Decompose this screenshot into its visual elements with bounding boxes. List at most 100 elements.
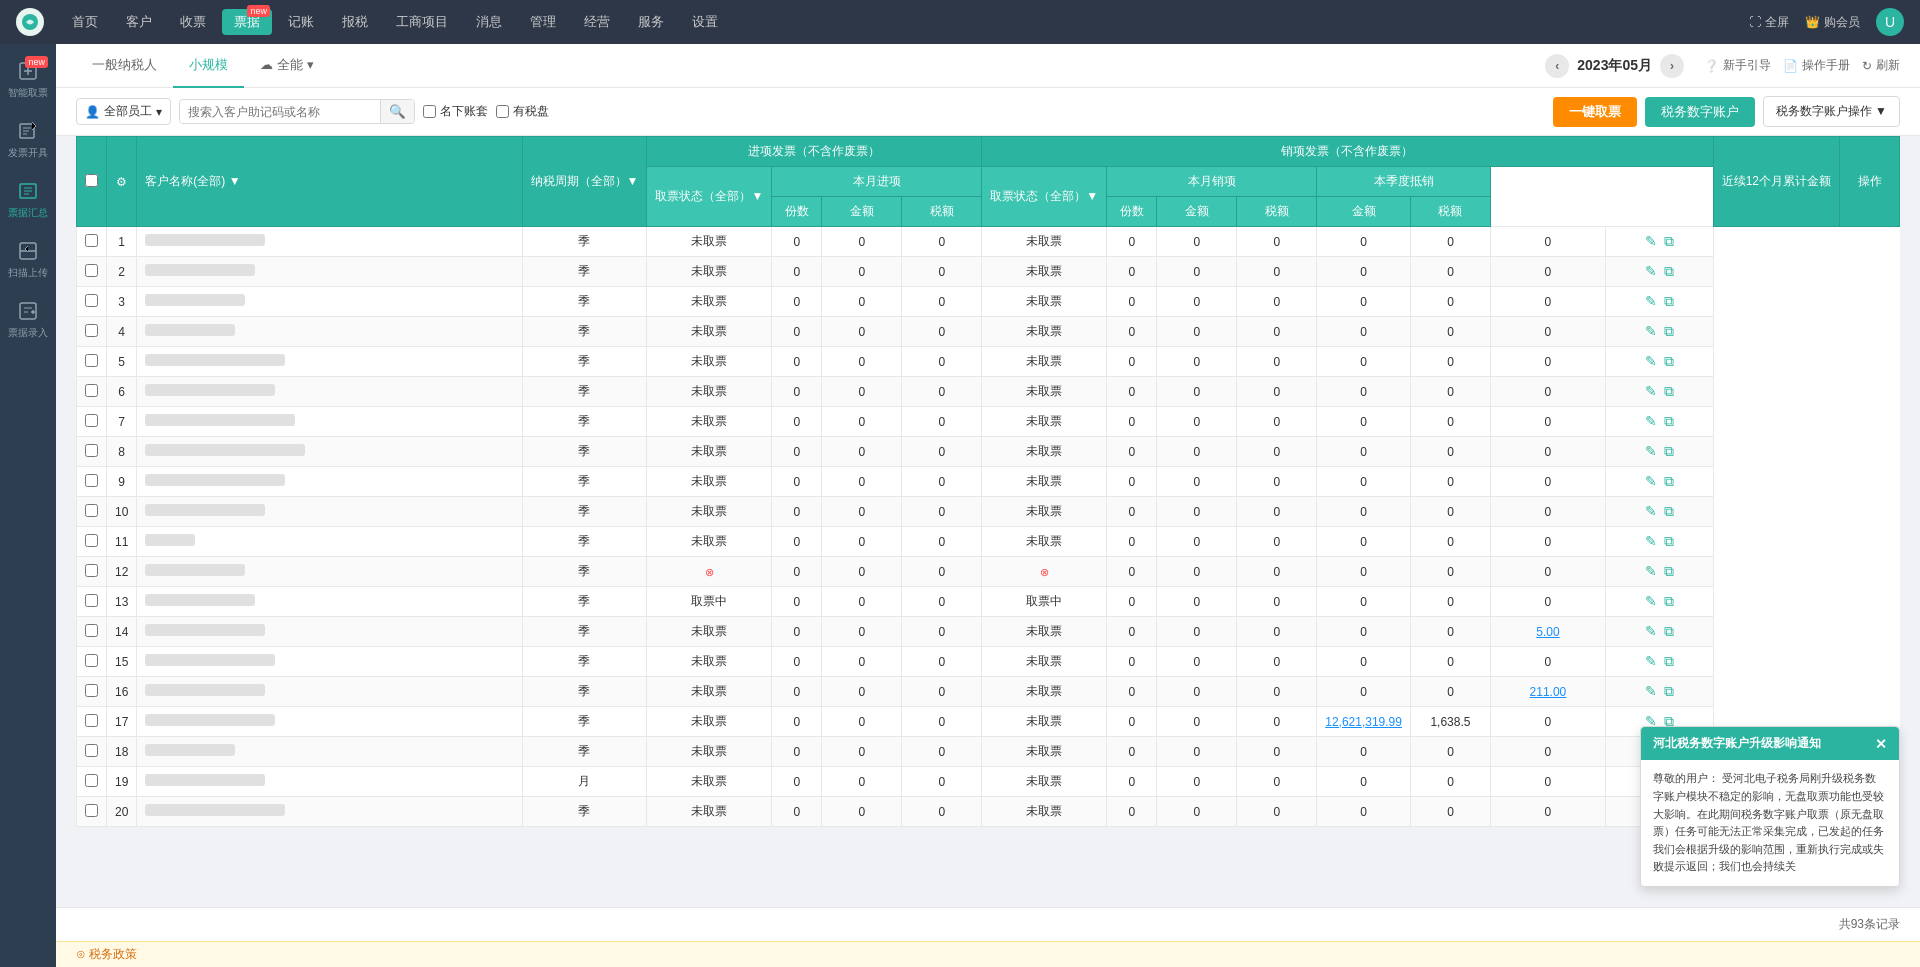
row-checkbox[interactable] [85,444,98,457]
select-all-checkbox[interactable] [85,174,98,187]
nav-business[interactable]: 工商项目 [384,9,460,35]
edit-btn[interactable]: ✎ [1645,623,1657,639]
row-checkbox[interactable] [85,804,98,817]
row-checkbox[interactable] [85,774,98,787]
tax-policy-link[interactable]: ⊙ 税务政策 [76,946,137,963]
copy-btn[interactable]: ⧉ [1664,383,1674,399]
sidebar-item-ticket-entry[interactable]: 票据录入 [4,292,52,348]
edit-btn[interactable]: ✎ [1645,443,1657,459]
sidebar-item-invoice-open[interactable]: 发票开具 [4,112,52,168]
edit-btn[interactable]: ✎ [1645,383,1657,399]
edit-btn[interactable]: ✎ [1645,533,1657,549]
checkbox-sub-accounts-input[interactable] [423,105,436,118]
row-checkbox[interactable] [85,594,98,607]
row-checkbox[interactable] [85,504,98,517]
edit-btn[interactable]: ✎ [1645,293,1657,309]
nav-operation[interactable]: 经营 [572,9,622,35]
copy-btn[interactable]: ⧉ [1664,593,1674,609]
edit-btn[interactable]: ✎ [1645,683,1657,699]
digital-account-btn[interactable]: 税务数字账户 [1645,97,1755,127]
tab-all-capable[interactable]: ☁ 全能 ▾ [244,44,330,88]
copy-btn[interactable]: ⧉ [1664,353,1674,369]
sidebar-item-scan-upload[interactable]: 扫描上传 [4,232,52,288]
tab-small-scale[interactable]: 小规模 [173,44,244,88]
copy-btn[interactable]: ⧉ [1664,293,1674,309]
nav-bookkeeping[interactable]: 记账 [276,9,326,35]
copy-btn[interactable]: ⧉ [1664,473,1674,489]
manual-btn[interactable]: 📄 操作手册 [1783,57,1850,74]
search-input[interactable] [180,101,380,123]
copy-btn[interactable]: ⧉ [1664,443,1674,459]
nav-ticket[interactable]: 票据 new [222,9,272,35]
row-checkbox[interactable] [85,534,98,547]
copy-btn[interactable]: ⧉ [1664,623,1674,639]
user-avatar[interactable]: U [1876,8,1904,36]
sidebar-item-ticket-summary[interactable]: 票据汇总 [4,172,52,228]
edit-btn[interactable]: ✎ [1645,413,1657,429]
copy-btn[interactable]: ⧉ [1664,683,1674,699]
refresh-btn[interactable]: ↻ 刷新 [1862,57,1900,74]
copy-btn[interactable]: ⧉ [1664,323,1674,339]
col-output-status-header[interactable]: 取票状态（全部）▼ [982,167,1107,227]
deduct-amount-value[interactable]: 12,621,319.99 [1325,715,1402,729]
member-btn[interactable]: 👑 购会员 [1805,14,1860,31]
copy-btn[interactable]: ⧉ [1664,563,1674,579]
nav-client[interactable]: 客户 [114,9,164,35]
row-checkbox[interactable] [85,744,98,757]
row-checkbox[interactable] [85,354,98,367]
row-checkbox[interactable] [85,474,98,487]
row-checkbox[interactable] [85,714,98,727]
edit-btn[interactable]: ✎ [1645,653,1657,669]
guide-btn[interactable]: ❔ 新手引导 [1704,57,1771,74]
period-prev-btn[interactable]: ‹ [1545,54,1569,78]
nav-home[interactable]: 首页 [60,9,110,35]
row-checkbox[interactable] [85,324,98,337]
edit-btn[interactable]: ✎ [1645,323,1657,339]
nav-tax[interactable]: 报税 [330,9,380,35]
edit-btn[interactable]: ✎ [1645,473,1657,489]
nav-settings[interactable]: 设置 [680,9,730,35]
tab-general-taxpayer[interactable]: 一般纳税人 [76,44,173,88]
edit-btn[interactable]: ✎ [1645,263,1657,279]
copy-btn[interactable]: ⧉ [1664,653,1674,669]
copy-btn[interactable]: ⧉ [1664,503,1674,519]
notification-close-btn[interactable]: ✕ [1875,736,1887,752]
nav-manage[interactable]: 管理 [518,9,568,35]
search-button[interactable]: 🔍 [380,100,414,123]
col-tax-period-header[interactable]: 纳税周期（全部）▼ [522,137,647,227]
checkbox-tax-disk-input[interactable] [496,105,509,118]
row-checkbox[interactable] [85,654,98,667]
copy-btn[interactable]: ⧉ [1664,263,1674,279]
edit-btn[interactable]: ✎ [1645,233,1657,249]
edit-btn[interactable]: ✎ [1645,593,1657,609]
cumulative-value[interactable]: 211.00 [1530,685,1567,699]
row-checkbox[interactable] [85,234,98,247]
row-checkbox[interactable] [85,264,98,277]
checkbox-sub-accounts[interactable]: 名下账套 [423,103,488,120]
edit-btn[interactable]: ✎ [1645,563,1657,579]
cumulative-value[interactable]: 5.00 [1536,625,1559,639]
digital-account-ops-btn[interactable]: 税务数字账户操作 ▼ [1763,96,1900,127]
row-checkbox[interactable] [85,564,98,577]
checkbox-tax-disk[interactable]: 有税盘 [496,103,549,120]
row-checkbox[interactable] [85,684,98,697]
edit-btn[interactable]: ✎ [1645,353,1657,369]
one-click-fetch-btn[interactable]: 一键取票 [1553,97,1637,127]
sidebar-item-smart-fetch[interactable]: 智能取票 new [4,52,52,108]
nav-service[interactable]: 服务 [626,9,676,35]
period-next-btn[interactable]: › [1660,54,1684,78]
row-checkbox[interactable] [85,384,98,397]
copy-btn[interactable]: ⧉ [1664,233,1674,249]
nav-message[interactable]: 消息 [464,9,514,35]
copy-btn[interactable]: ⧉ [1664,413,1674,429]
employee-select[interactable]: 👤 全部员工 ▾ [76,98,171,125]
col-client-header[interactable]: 客户名称(全部) ▼ [137,137,522,227]
copy-btn[interactable]: ⧉ [1664,533,1674,549]
col-input-status-header[interactable]: 取票状态（全部）▼ [647,167,772,227]
nav-receive[interactable]: 收票 [168,9,218,35]
edit-btn[interactable]: ✎ [1645,503,1657,519]
row-checkbox[interactable] [85,624,98,637]
row-checkbox[interactable] [85,294,98,307]
row-checkbox[interactable] [85,414,98,427]
fullscreen-btn[interactable]: ⛶ 全屏 [1749,14,1789,31]
